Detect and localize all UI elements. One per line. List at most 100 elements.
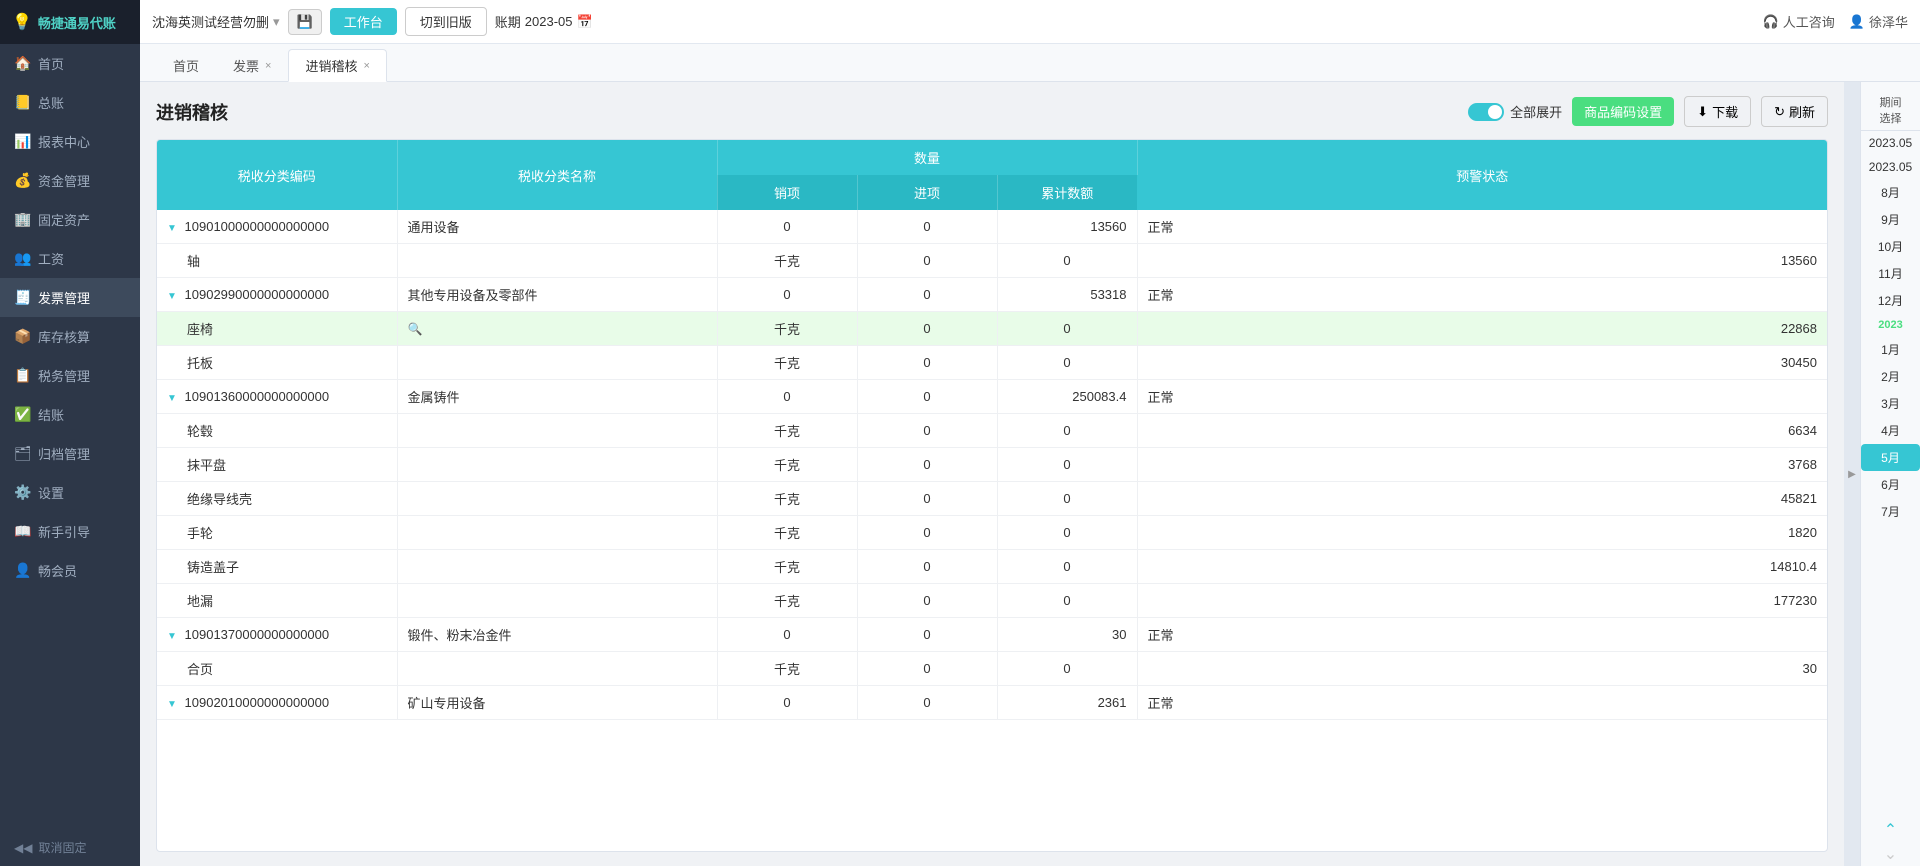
collapse-icon[interactable]: ▼ — [167, 291, 177, 302]
sidebar-item-archive[interactable]: 🗂归档管理 — [0, 434, 140, 473]
scroll-down-button[interactable]: ⌄ — [1882, 842, 1899, 866]
sidebar-label-reports: 报表中心 — [38, 132, 90, 151]
sidebar-item-settle[interactable]: ✅结账 — [0, 395, 140, 434]
sidebar-item-assets[interactable]: 🏢固定资产 — [0, 200, 140, 239]
sidebar-item-reports[interactable]: 📊报表中心 — [0, 122, 140, 161]
period-selector[interactable]: 账期 2023-05 📅 — [495, 12, 593, 31]
collapse-icon[interactable]: ▼ — [167, 393, 177, 404]
table-row: 手轮 千克 0 0 1820 — [157, 516, 1827, 550]
month-item-4[interactable]: 10月 — [1861, 233, 1920, 260]
tab-invoice-close[interactable]: × — [265, 60, 271, 72]
month-item-2[interactable]: 8月 — [1861, 179, 1920, 206]
company-selector[interactable]: 沈海英测试经营勿删 ▾ — [152, 12, 280, 31]
assets-icon: 🏢 — [14, 211, 30, 228]
sidebar-item-invoice[interactable]: 🧾发票管理 — [0, 278, 140, 317]
month-item-0[interactable]: 2023.05 — [1861, 131, 1920, 155]
support-label: 人工咨询 — [1783, 12, 1835, 31]
workbench-button[interactable]: 工作台 — [330, 8, 397, 35]
sidebar-item-inventory[interactable]: 📦库存核算 — [0, 317, 140, 356]
cell-item-name: 抹平盘 — [157, 448, 397, 482]
panel-subtitle: 选择 — [1863, 110, 1918, 126]
month-item-6[interactable]: 12月 — [1861, 287, 1920, 314]
cell-purchase: 0 — [997, 550, 1137, 584]
sidebar-item-settings[interactable]: ⚙️设置 — [0, 473, 140, 512]
month-item-3[interactable]: 9月 — [1861, 206, 1920, 233]
cell-total: 177230 — [1137, 584, 1827, 618]
table-row: ▼ 10901360000000000000 金属铸件 0 0 250083.4… — [157, 380, 1827, 414]
home-icon: 🏠 — [14, 55, 30, 72]
cell-total: 13560 — [997, 210, 1137, 244]
sidebar-item-ledger[interactable]: 📒总账 — [0, 83, 140, 122]
user-name: 徐泽华 — [1869, 12, 1908, 31]
cell-unit: 千克 — [717, 312, 857, 346]
panel-collapse-button[interactable]: ▶ — [1844, 82, 1860, 866]
collapse-icon[interactable]: ▼ — [167, 631, 177, 642]
refresh-button[interactable]: ↻ 刷新 — [1761, 96, 1828, 127]
collapse-icon[interactable]: ▼ — [167, 699, 177, 710]
save-icon-button[interactable]: 💾 — [288, 9, 322, 35]
sidebar-item-payroll[interactable]: 👥工资 — [0, 239, 140, 278]
collapse-icon[interactable]: ▼ — [167, 223, 177, 234]
cell-status: 正常 — [1137, 278, 1827, 312]
month-item-7[interactable]: 2023 — [1861, 314, 1920, 336]
sidebar-footer[interactable]: ◀◀ 取消固定 — [0, 829, 140, 866]
cell-sales: 0 — [857, 244, 997, 278]
sidebar-label-home: 首页 — [38, 54, 64, 73]
cell-purchase: 0 — [997, 652, 1137, 686]
table-row: 铸造盖子 千克 0 0 14810.4 — [157, 550, 1827, 584]
cell-sales: 0 — [857, 312, 997, 346]
month-item-12[interactable]: 5月 — [1861, 444, 1920, 471]
tab-home[interactable]: 首页 — [156, 49, 216, 81]
expand-toggle[interactable] — [1468, 103, 1504, 121]
table-row: 轮毂 千克 0 0 6634 — [157, 414, 1827, 448]
sidebar-item-tax[interactable]: 📋税务管理 — [0, 356, 140, 395]
sidebar-item-guide[interactable]: 📖新手引导 — [0, 512, 140, 551]
cell-search — [397, 244, 717, 278]
cell-purchase: 0 — [857, 380, 997, 414]
month-item-5[interactable]: 11月 — [1861, 260, 1920, 287]
page-inner: 进销稽核 全部展开 商品编码设置 ⬇ 下载 ↻ 刷新 — [140, 82, 1844, 866]
cell-unit: 千克 — [717, 516, 857, 550]
month-item-10[interactable]: 3月 — [1861, 390, 1920, 417]
cell-sales: 0 — [717, 686, 857, 720]
cell-total: 1820 — [1137, 516, 1827, 550]
switch-old-button[interactable]: 切到旧版 — [405, 7, 487, 36]
product-code-button[interactable]: 商品编码设置 — [1572, 97, 1674, 126]
user-icon: 👤 — [1849, 14, 1865, 30]
cell-code: ▼ 10901000000000000000 — [157, 210, 397, 244]
sidebar-label-guide: 新手引导 — [38, 522, 90, 541]
cell-purchase: 0 — [857, 278, 997, 312]
support-button[interactable]: 🎧 人工咨询 — [1763, 12, 1835, 31]
user-menu[interactable]: 👤 徐泽华 — [1849, 12, 1908, 31]
search-icon[interactable]: 🔍 — [408, 322, 423, 336]
sidebar-item-funds[interactable]: 💰资金管理 — [0, 161, 140, 200]
month-item-8[interactable]: 1月 — [1861, 336, 1920, 363]
th-tax-name: 税收分类名称 — [397, 140, 717, 210]
month-item-9[interactable]: 2月 — [1861, 363, 1920, 390]
month-item-14[interactable]: 7月 — [1861, 498, 1920, 525]
tabbar: 首页 发票 × 进销稽核 × — [140, 44, 1920, 82]
sidebar-item-member[interactable]: 👤畅会员 — [0, 551, 140, 590]
tab-invoice[interactable]: 发票 × — [216, 49, 288, 81]
tab-reconcile-close[interactable]: × — [363, 60, 369, 72]
download-button[interactable]: ⬇ 下载 — [1684, 96, 1751, 127]
sidebar-label-member: 畅会员 — [38, 561, 77, 580]
cell-sales: 0 — [857, 550, 997, 584]
month-item-1[interactable]: 2023.05 — [1861, 155, 1920, 179]
month-item-13[interactable]: 6月 — [1861, 471, 1920, 498]
cell-purchase: 0 — [997, 244, 1137, 278]
cell-total: 22868 — [1137, 312, 1827, 346]
sidebar-item-home[interactable]: 🏠 首页 — [0, 44, 140, 83]
pin-icon: ◀◀ — [14, 841, 32, 855]
cell-unit: 千克 — [717, 482, 857, 516]
month-item-11[interactable]: 4月 — [1861, 417, 1920, 444]
table-row: 座椅 🔍 千克 0 0 22868 — [157, 312, 1827, 346]
cell-sales: 0 — [857, 448, 997, 482]
scroll-up-button[interactable]: ⌃ — [1882, 818, 1899, 842]
settings-icon: ⚙️ — [14, 484, 30, 501]
tab-reconcile[interactable]: 进销稽核 × — [288, 49, 386, 82]
cell-total: 3768 — [1137, 448, 1827, 482]
page-content: 进销稽核 全部展开 商品编码设置 ⬇ 下载 ↻ 刷新 — [140, 82, 1920, 866]
headset-icon: 🎧 — [1763, 14, 1779, 30]
period-label: 账期 — [495, 12, 521, 31]
